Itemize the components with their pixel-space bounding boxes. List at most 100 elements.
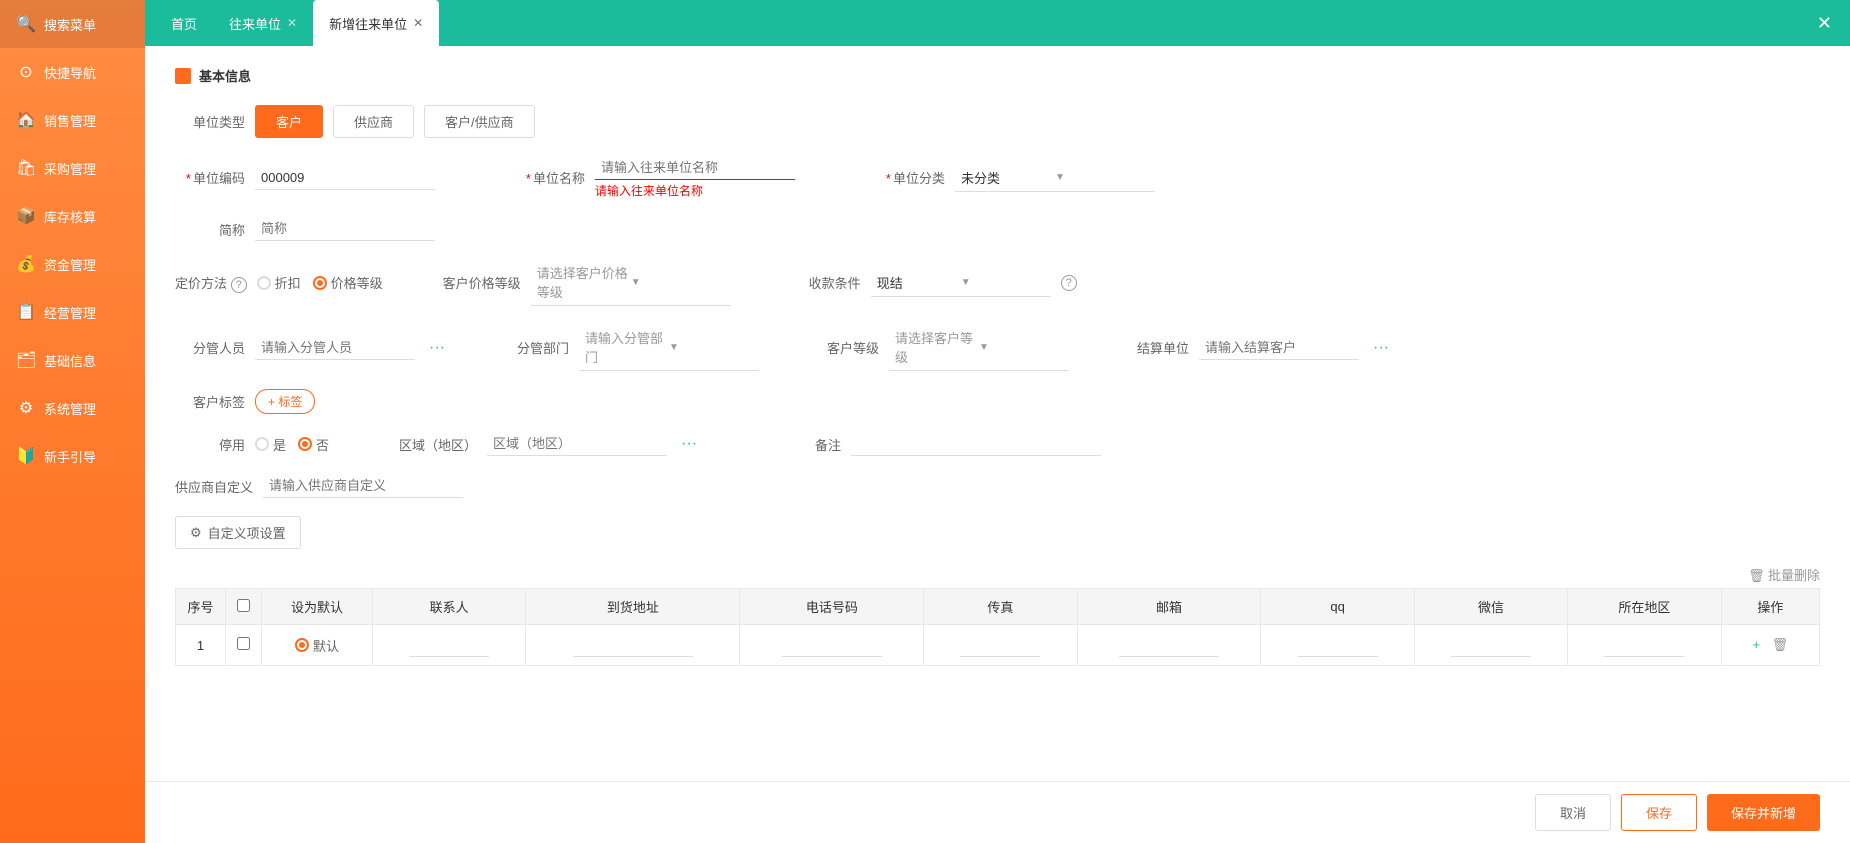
unit-category-select[interactable]: 未分类 ▼	[955, 164, 1155, 192]
system-icon: ⚙	[16, 398, 36, 418]
unit-type-row: 单位类型 客户 供应商 客户/供应商	[175, 105, 1820, 138]
radio-price-level-circle	[313, 276, 327, 290]
default-radio-circle	[295, 638, 309, 652]
radio-disable-yes[interactable]: 是	[255, 435, 286, 454]
tab-partners[interactable]: 往来单位 ✕	[213, 0, 313, 46]
col-phone: 电话号码	[740, 589, 924, 625]
batch-delete-btn[interactable]: 🗑 批量删除	[175, 565, 1820, 584]
sidebar-item-basic[interactable]: 🗂 基础信息	[0, 336, 145, 384]
tab-new-partner[interactable]: 新增往来单位 ✕	[313, 0, 439, 46]
radio-no-circle	[298, 437, 312, 451]
radio-discount[interactable]: 折扣	[257, 273, 301, 292]
region-more-btn[interactable]: ···	[677, 435, 701, 453]
sidebar-item-operation[interactable]: 📋 经营管理	[0, 288, 145, 336]
unit-name-label: 单位名称	[515, 168, 585, 187]
code-name-row: 单位编码 单位名称 请输入往来单位名称 单位分类 未分类 ▼	[175, 156, 1820, 199]
payment-help-icon[interactable]: ?	[1061, 275, 1077, 291]
tab-bar: 首页 往来单位 ✕ 新增往来单位 ✕ ✕	[145, 0, 1850, 46]
manager-input[interactable]	[255, 336, 415, 360]
short-name-label: 简称	[175, 220, 245, 239]
row-region[interactable]	[1568, 625, 1721, 666]
unit-code-input[interactable]	[255, 166, 435, 190]
sidebar-item-inventory[interactable]: 📦 库存核算	[0, 192, 145, 240]
customer-level-label: 客户等级	[809, 338, 879, 357]
payment-terms-dropdown-icon: ▼	[961, 277, 1045, 288]
payment-terms-select[interactable]: 现结 ▼	[871, 269, 1051, 297]
cancel-button[interactable]: 取消	[1535, 794, 1611, 831]
row-default: 默认	[262, 625, 373, 666]
basic-icon: 🗂	[16, 350, 36, 370]
tab-new-partner-close[interactable]: ✕	[413, 16, 423, 30]
radio-price-level[interactable]: 价格等级	[313, 273, 383, 292]
manager-more-btn[interactable]: ···	[425, 339, 449, 357]
col-wechat: 微信	[1414, 589, 1567, 625]
settlement-more-btn[interactable]: ···	[1369, 339, 1393, 357]
type-btn-supplier[interactable]: 供应商	[333, 105, 414, 138]
row-fax[interactable]	[924, 625, 1077, 666]
save-button[interactable]: 保存	[1621, 794, 1697, 831]
unit-category-label: 单位分类	[875, 168, 945, 187]
row-address[interactable]	[526, 625, 740, 666]
supplier-custom-input[interactable]	[263, 474, 463, 498]
sidebar-item-search[interactable]: 🔍 搜索菜单	[0, 0, 145, 48]
pricing-help-icon[interactable]: ?	[231, 277, 247, 293]
row-email[interactable]	[1077, 625, 1261, 666]
row-select-checkbox[interactable]	[237, 637, 250, 650]
remark-label: 备注	[771, 435, 841, 454]
col-action: 操作	[1721, 589, 1819, 625]
sidebar-item-purchase[interactable]: 🛍 采购管理	[0, 144, 145, 192]
radio-disable-no[interactable]: 否	[298, 435, 329, 454]
sidebar: 🔍 搜索菜单 ⊙ 快捷导航 🏠 销售管理 🛍 采购管理 📦 库存核算 💰 资金管…	[0, 0, 145, 843]
select-all-checkbox[interactable]	[237, 599, 250, 612]
purchase-icon: 🛍	[16, 158, 36, 178]
col-address: 到货地址	[526, 589, 740, 625]
tag-add-button[interactable]: + 标签	[255, 389, 315, 414]
row-delete-btn[interactable]: 🗑	[1772, 637, 1789, 652]
tab-home[interactable]: 首页	[155, 0, 213, 46]
row-default-radio[interactable]: 默认	[272, 636, 362, 655]
settings-gear-icon: ⚙	[190, 525, 202, 541]
unit-code-label: 单位编码	[175, 168, 245, 187]
sidebar-item-system[interactable]: ⚙ 系统管理	[0, 384, 145, 432]
radio-discount-circle	[257, 276, 271, 290]
pricing-radio-group: 折扣 价格等级	[257, 273, 383, 292]
region-input[interactable]	[487, 432, 667, 456]
type-btn-both[interactable]: 客户/供应商	[424, 105, 535, 138]
batch-delete-icon: 🗑	[1748, 568, 1765, 583]
sidebar-item-guide[interactable]: 🔰 新手引导	[0, 432, 145, 480]
operation-icon: 📋	[16, 302, 36, 322]
sidebar-item-sales[interactable]: 🏠 销售管理	[0, 96, 145, 144]
row-phone[interactable]	[740, 625, 924, 666]
sidebar-item-quick[interactable]: ⊙ 快捷导航	[0, 48, 145, 96]
global-close-button[interactable]: ✕	[1809, 13, 1840, 34]
contacts-table: 序号 设为默认 联系人 到货地址 电话号码 传真 邮箱 qq 微信 所在地区 操…	[175, 588, 1820, 666]
sidebar-item-finance[interactable]: 💰 资金管理	[0, 240, 145, 288]
dept-label: 分管部门	[499, 338, 569, 357]
customer-price-level-select[interactable]: 请选择客户价格等级 ▼	[531, 259, 731, 306]
short-name-row: 简称	[175, 217, 1820, 241]
tab-partners-close[interactable]: ✕	[287, 16, 297, 30]
row-checkbox[interactable]	[226, 625, 262, 666]
row-qq[interactable]	[1261, 625, 1414, 666]
customer-level-select[interactable]: 请选择客户等级 ▼	[889, 324, 1069, 371]
radio-yes-circle	[255, 437, 269, 451]
unit-name-input[interactable]	[595, 156, 795, 180]
col-qq: qq	[1261, 589, 1414, 625]
dept-select[interactable]: 请输入分管部门 ▼	[579, 324, 759, 371]
form-content: 基本信息 单位类型 客户 供应商 客户/供应商 单位编码 单位名称 请输入往来单…	[145, 46, 1850, 781]
remark-input[interactable]	[851, 432, 1101, 456]
category-dropdown-icon: ▼	[1055, 172, 1149, 183]
row-wechat[interactable]	[1414, 625, 1567, 666]
quick-icon: ⊙	[16, 62, 36, 82]
short-name-input[interactable]	[255, 217, 435, 241]
row-add-btn[interactable]: +	[1752, 637, 1760, 652]
region-label: 区域（地区）	[399, 435, 477, 454]
manager-row: 分管人员 ··· 分管部门 请输入分管部门 ▼ 客户等级 请选择客户等级 ▼ 结…	[175, 324, 1820, 371]
payment-terms-label: 收款条件	[791, 273, 861, 292]
row-contact[interactable]	[372, 625, 525, 666]
custom-settings-button[interactable]: ⚙ 自定义项设置	[175, 516, 301, 549]
type-btn-customer[interactable]: 客户	[255, 105, 323, 138]
save-new-button[interactable]: 保存并新增	[1707, 794, 1820, 831]
settlement-input[interactable]	[1199, 336, 1359, 360]
pricing-row: 定价方法 ? 折扣 价格等级 客户价格等级 请选择客户价格等级 ▼	[175, 259, 1820, 306]
